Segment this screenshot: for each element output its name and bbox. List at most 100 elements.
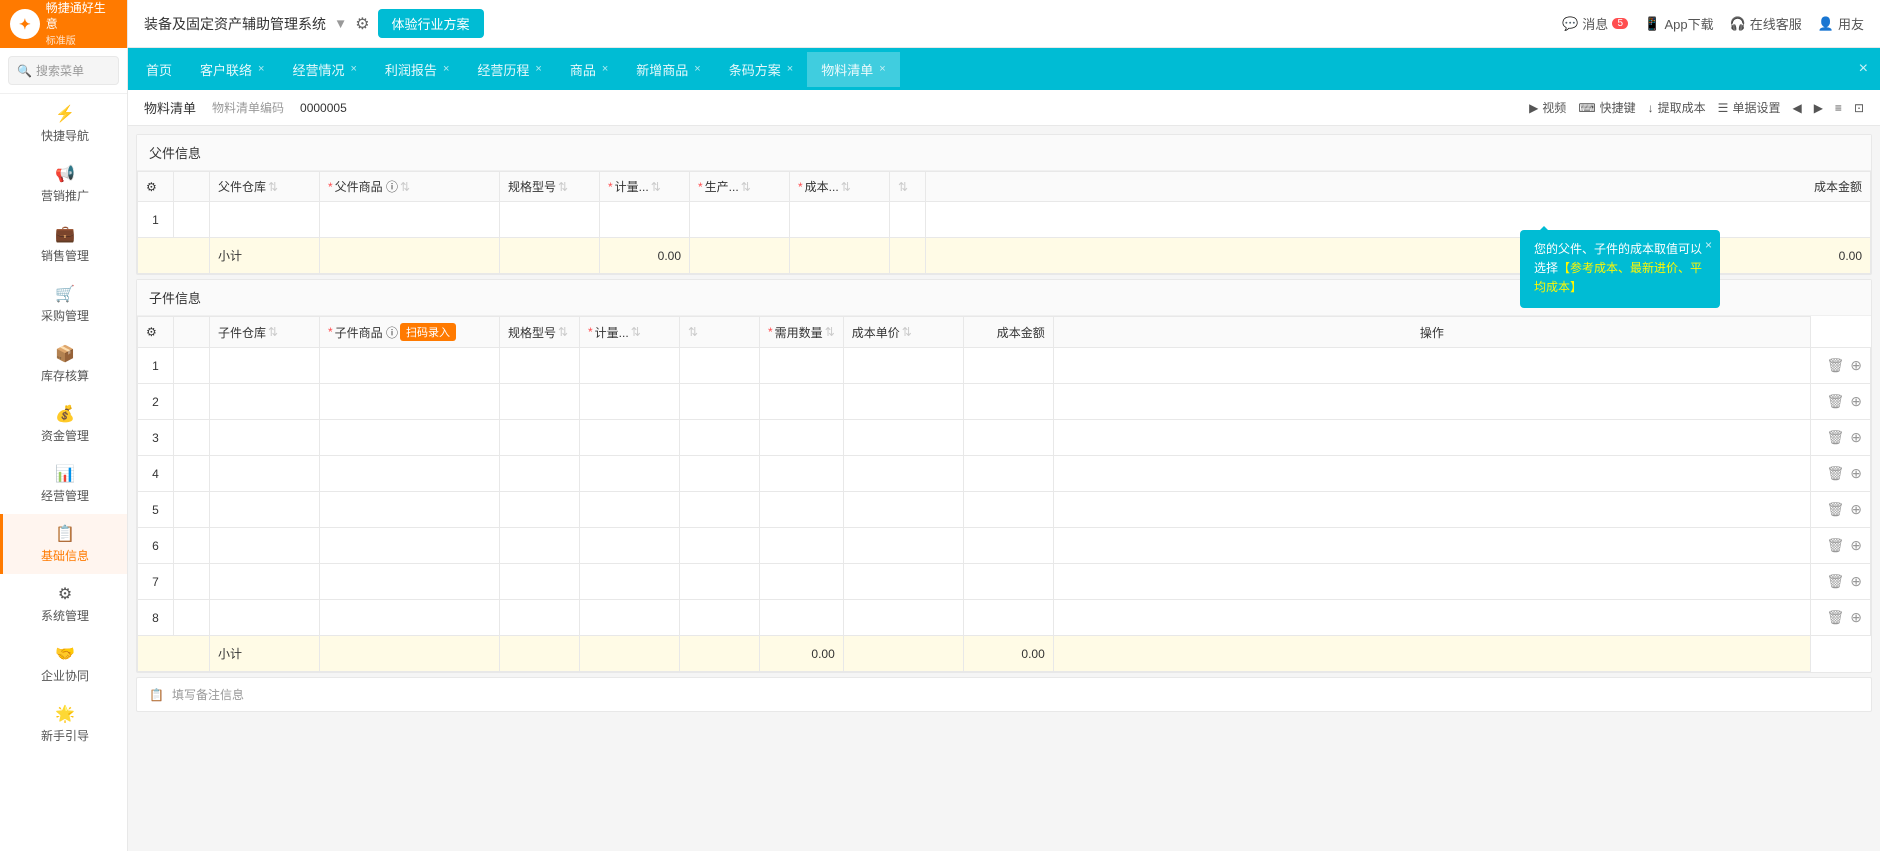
app-icon: 📱: [1644, 16, 1660, 32]
tab-bom[interactable]: 物料清单 ×: [807, 52, 899, 87]
copy-row-button[interactable]: ⊕: [1850, 609, 1862, 626]
tab-operations-close[interactable]: ×: [350, 63, 356, 75]
child-subtotal-amount: 0.00: [963, 636, 1053, 672]
copy-row-button[interactable]: ⊕: [1850, 501, 1862, 518]
delete-row-button[interactable]: 🗑: [1826, 537, 1844, 554]
tab-history-close[interactable]: ×: [535, 63, 541, 75]
delete-row-button[interactable]: 🗑: [1826, 357, 1844, 374]
tab-profit-close[interactable]: ×: [443, 63, 449, 75]
child-subtotal-qty: 0.00: [760, 636, 844, 672]
tab-bom-label: 物料清单: [821, 60, 873, 79]
tab-barcode[interactable]: 条码方案 ×: [715, 52, 807, 87]
close-all-tabs-button[interactable]: ×: [1851, 56, 1876, 82]
parent-col-amount: 成本金额: [926, 172, 1871, 202]
sidebar-item-quick-nav[interactable]: ⚡ 快捷导航: [0, 94, 127, 154]
message-button[interactable]: 💬 消息 5: [1562, 14, 1628, 33]
copy-row-button[interactable]: ⊕: [1850, 537, 1862, 554]
delete-row-button[interactable]: 🗑: [1826, 573, 1844, 590]
child-table-row: 7 🗑 ⊕: [138, 564, 1871, 600]
child-col-settings[interactable]: ⚙: [138, 317, 174, 348]
page-header: 物料清单 物料清单编码 0000005 ▶ 视频 ⌨ 快捷键 ↓ 提取成本 ☰: [128, 90, 1880, 126]
sidebar-item-inventory[interactable]: 📦 库存核算: [0, 334, 127, 394]
sidebar-item-label: 快捷导航: [41, 127, 89, 144]
copy-row-button[interactable]: ⊕: [1850, 393, 1862, 410]
tab-bom-close[interactable]: ×: [879, 63, 885, 75]
parent-col-spec: 规格型号⇅: [500, 172, 600, 202]
sidebar-item-guide[interactable]: 🌟 新手引导: [0, 694, 127, 754]
system-icon: ⚙: [58, 584, 72, 604]
tab-operations[interactable]: 经营情况 ×: [278, 52, 370, 87]
shortcut-button[interactable]: ⌨ 快捷键: [1578, 99, 1635, 116]
child-table-row: 5 🗑 ⊕: [138, 492, 1871, 528]
settings-button[interactable]: ⚙: [355, 14, 369, 34]
search-menu-button[interactable]: 🔍 搜索菜单: [8, 56, 119, 85]
main-area: 装备及固定资产辅助管理系统 ▼ ⚙ 体验行业方案 💬 消息 5 📱 App下载 …: [128, 0, 1880, 851]
delete-row-button[interactable]: 🗑: [1826, 609, 1844, 626]
copy-row-button[interactable]: ⊕: [1850, 465, 1862, 482]
scan-badge[interactable]: 扫码录入: [400, 323, 456, 341]
tab-goods[interactable]: 商品 ×: [556, 52, 622, 87]
user-avatar[interactable]: 👤 用友: [1818, 14, 1864, 33]
sidebar-item-basic[interactable]: 📋 基础信息: [0, 514, 127, 574]
tab-customer-label: 客户联络: [200, 60, 252, 79]
tab-history[interactable]: 经营历程 ×: [463, 52, 555, 87]
tab-barcode-close[interactable]: ×: [787, 63, 793, 75]
content-area: 物料清单 物料清单编码 0000005 ▶ 视频 ⌨ 快捷键 ↓ 提取成本 ☰: [128, 90, 1880, 851]
app-download-button[interactable]: 📱 App下载: [1644, 14, 1713, 33]
sidebar-item-system[interactable]: ⚙ 系统管理: [0, 574, 127, 634]
system-select-button[interactable]: ▼: [334, 16, 347, 31]
delete-row-button[interactable]: 🗑: [1826, 429, 1844, 446]
view-video-button[interactable]: ▶ 视频: [1529, 99, 1566, 116]
trial-button[interactable]: 体验行业方案: [378, 9, 484, 38]
copy-row-button[interactable]: ⊕: [1850, 573, 1862, 590]
child-col-product: *子件商品 ⓘ 扫码录入: [320, 317, 500, 348]
sidebar-item-purchase[interactable]: 🛒 采购管理: [0, 274, 127, 334]
parent-col-product: *父件商品 ⓘ⇅: [320, 172, 500, 202]
sidebar-search[interactable]: 🔍 搜索菜单: [0, 48, 127, 94]
tab-customer-close[interactable]: ×: [258, 63, 264, 75]
parent-col-unit: *计量...⇅: [600, 172, 690, 202]
tab-goods-close[interactable]: ×: [602, 63, 608, 75]
purchase-icon: 🛒: [55, 284, 75, 304]
finance-icon: 💰: [55, 404, 75, 424]
collab-icon: 🤝: [55, 644, 75, 664]
sidebar-item-sales[interactable]: 💼 销售管理: [0, 214, 127, 274]
child-table-row: 6 🗑 ⊕: [138, 528, 1871, 564]
tab-customer[interactable]: 客户联络 ×: [186, 52, 278, 87]
setting-icon: ☰: [1718, 101, 1729, 115]
child-col-sort: ⇅: [680, 317, 760, 348]
single-setting-button[interactable]: ☰ 单据设置: [1718, 99, 1781, 116]
child-table-row: 4 🗑 ⊕: [138, 456, 1871, 492]
sidebar-menu: ⚡ 快捷导航 📢 营销推广 💼 销售管理 🛒 采购管理 📦 库存核算 💰 资金管…: [0, 94, 127, 851]
sidebar-item-marketing[interactable]: 📢 营销推广: [0, 154, 127, 214]
extract-cost-button[interactable]: ↓ 提取成本: [1648, 99, 1706, 116]
nav-list-button[interactable]: ≡: [1835, 101, 1842, 115]
tab-home-label: 首页: [146, 60, 172, 79]
tooltip-close-button[interactable]: ×: [1705, 236, 1712, 255]
tab-profit[interactable]: 利润报告 ×: [371, 52, 463, 87]
sales-icon: 💼: [55, 224, 75, 244]
child-col-action: 操作: [1053, 317, 1810, 348]
online-service-button[interactable]: 🎧 在线客服: [1730, 14, 1802, 33]
sidebar-item-finance[interactable]: 💰 资金管理: [0, 394, 127, 454]
nav-next-button[interactable]: ▶: [1814, 101, 1823, 115]
child-table-row: 2 🗑 ⊕: [138, 384, 1871, 420]
system-title: 装备及固定资产辅助管理系统: [144, 14, 326, 34]
expand-button[interactable]: ⊡: [1854, 101, 1864, 115]
sidebar-item-label: 销售管理: [41, 247, 89, 264]
tab-new-goods[interactable]: 新增商品 ×: [622, 52, 714, 87]
parent-col-settings[interactable]: ⚙: [138, 172, 174, 202]
delete-row-button[interactable]: 🗑: [1826, 501, 1844, 518]
doc-label: 物料清单编码: [212, 99, 284, 116]
delete-row-button[interactable]: 🗑: [1826, 393, 1844, 410]
sidebar-item-collab[interactable]: 🤝 企业协同: [0, 634, 127, 694]
copy-row-button[interactable]: ⊕: [1850, 429, 1862, 446]
tab-home[interactable]: 首页: [132, 52, 186, 87]
tab-new-goods-close[interactable]: ×: [694, 63, 700, 75]
sidebar-item-operations[interactable]: 📊 经营管理: [0, 454, 127, 514]
copy-row-button[interactable]: ⊕: [1850, 357, 1862, 374]
nav-prev-button[interactable]: ◀: [1792, 101, 1801, 115]
delete-row-button[interactable]: 🗑: [1826, 465, 1844, 482]
tooltip-text: 您的父件、子件的成本取值可以选择【参考成本、最新进价、平均成本】: [1534, 242, 1702, 294]
brand-icon: ✦: [10, 9, 40, 39]
